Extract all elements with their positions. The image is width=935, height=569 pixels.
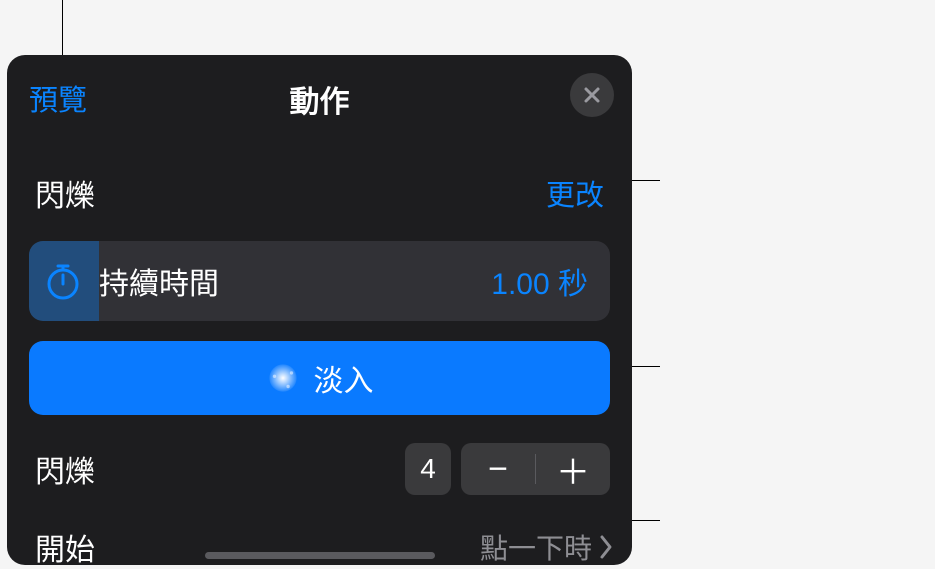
duration-value: 1.00 秒 [491, 259, 588, 303]
start-row[interactable]: 開始 點一下時 [7, 525, 632, 565]
duration-row[interactable]: 持續時間 1.00 秒 [29, 241, 610, 321]
home-indicator [205, 552, 435, 559]
start-label: 開始 [35, 525, 95, 565]
effect-button[interactable]: 淡入 [29, 341, 610, 415]
panel-title: 動作 [7, 77, 632, 121]
close-icon [582, 85, 602, 105]
action-panel: 預覽 動作 閃爍 更改 持續時間 1.00 秒 [7, 55, 632, 565]
start-value: 點一下時 [480, 527, 592, 565]
count-stepper: − ＋ [461, 443, 610, 495]
count-value: 4 [405, 443, 451, 495]
fade-in-icon [266, 361, 300, 395]
panel-header: 預覽 動作 [7, 55, 632, 127]
action-header-row: 閃爍 更改 [7, 171, 632, 215]
count-row: 閃爍 4 − ＋ [7, 443, 632, 495]
change-button[interactable]: 更改 [546, 172, 604, 214]
chevron-right-icon [598, 533, 614, 561]
stepper-increment[interactable]: ＋ [536, 443, 610, 495]
effect-label: 淡入 [314, 356, 374, 400]
duration-label: 持續時間 [99, 259, 219, 303]
action-name: 閃爍 [35, 171, 95, 215]
count-label: 閃爍 [35, 447, 95, 491]
stopwatch-icon [43, 261, 83, 301]
stepper-decrement[interactable]: − [461, 443, 535, 495]
callout-line [62, 0, 63, 60]
close-button[interactable] [570, 73, 614, 117]
